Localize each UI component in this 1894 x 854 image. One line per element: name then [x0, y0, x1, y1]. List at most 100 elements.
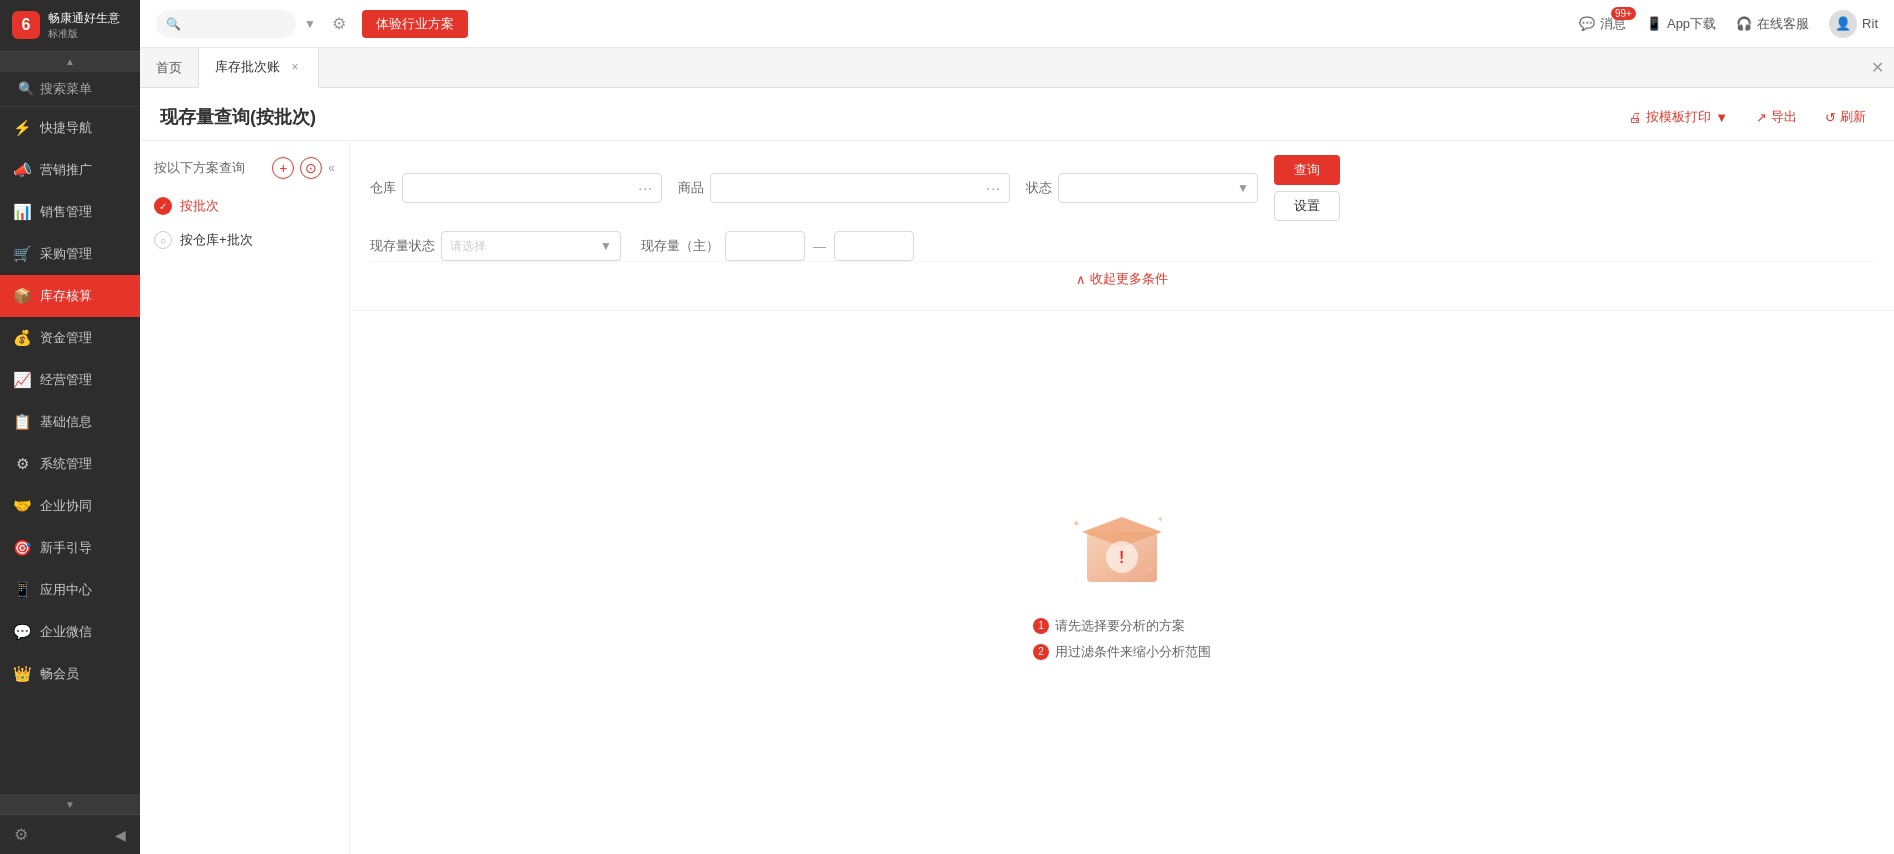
sidebar-item-wechat-label: 企业微信	[40, 623, 92, 641]
sidebar-item-basics[interactable]: 📋 基础信息	[0, 401, 140, 443]
warehouse-filter: 仓库 ···	[370, 173, 662, 203]
inventory-qty-min[interactable]	[725, 231, 805, 261]
sidebar-item-operations[interactable]: 📈 经营管理	[0, 359, 140, 401]
empty-step2: 用过滤条件来缩小分析范围	[1055, 643, 1211, 661]
left-panel-collapse-icon[interactable]: «	[328, 161, 335, 175]
sidebar-item-purchase-label: 采购管理	[40, 245, 92, 263]
inventory-qty-max[interactable]	[834, 231, 914, 261]
sidebar-item-guide[interactable]: 🎯 新手引导	[0, 527, 140, 569]
tab-bar: 首页 库存批次账 × ✕	[140, 48, 1894, 88]
sidebar-search[interactable]: 🔍 搜索菜单	[0, 72, 140, 107]
app-download-button[interactable]: 📱 App下载	[1646, 15, 1716, 33]
sidebar-item-enterprise-label: 企业协同	[40, 497, 92, 515]
export-label: 导出	[1771, 108, 1797, 126]
settings-button[interactable]: 设置	[1274, 191, 1340, 221]
message-button[interactable]: 💬 消息 99+	[1579, 15, 1626, 33]
vip-icon: 👑	[12, 664, 32, 684]
export-button[interactable]: ↗ 导出	[1748, 104, 1805, 130]
sidebar-item-basics-label: 基础信息	[40, 413, 92, 431]
left-panel-actions: + ⊙ «	[272, 157, 335, 179]
product-input[interactable]: ···	[710, 173, 1010, 203]
sidebar-item-enterprise[interactable]: 🤝 企业协同	[0, 485, 140, 527]
sidebar-item-apps[interactable]: 📱 应用中心	[0, 569, 140, 611]
sidebar-item-marketing-label: 营销推广	[40, 161, 92, 179]
topbar-gear-icon[interactable]: ⚙	[324, 9, 354, 39]
page-content: 现存量查询(按批次) 🖨 按模板打印 ▼ ↗ 导出 ↺ 刷新	[140, 88, 1894, 854]
empty-illustration: ! ✦ ✦ ✦	[1062, 497, 1182, 597]
message-icon: 💬	[1579, 16, 1595, 31]
query-button[interactable]: 查询	[1274, 155, 1340, 185]
sidebar-item-system[interactable]: ⚙ 系统管理	[0, 443, 140, 485]
sidebar-item-sales[interactable]: 📊 销售管理	[0, 191, 140, 233]
left-panel: 按以下方案查询 + ⊙ « ✓ 按批次	[140, 141, 350, 854]
tab-batch-inventory[interactable]: 库存批次账 ×	[199, 48, 319, 88]
sidebar-item-operations-label: 经营管理	[40, 371, 92, 389]
scheme-inactive-icon: ○	[154, 231, 172, 249]
sidebar-item-marketing[interactable]: 📣 营销推广	[0, 149, 140, 191]
empty-step1: 请先选择要分析的方案	[1055, 617, 1185, 635]
enterprise-icon: 🤝	[12, 496, 32, 516]
status-input[interactable]: ▼	[1058, 173, 1258, 203]
purchase-icon: 🛒	[12, 244, 32, 264]
sidebar-scroll-up[interactable]: ▲	[0, 52, 140, 72]
experience-industry-button[interactable]: 体验行业方案	[362, 10, 468, 38]
filter-area: 仓库 ··· 商品 ···	[350, 141, 1894, 311]
operations-icon: 📈	[12, 370, 32, 390]
sidebar-item-shortcuts[interactable]: ⚡ 快捷导航	[0, 107, 140, 149]
topbar-search-icon: 🔍	[166, 17, 181, 31]
sidebar-item-vip[interactable]: 👑 畅会员	[0, 653, 140, 695]
sidebar: 6 畅康通好生意 标准版 ▲ 🔍 搜索菜单 ⚡ 快捷导航 📣 营销推广 📊 销售…	[0, 0, 140, 854]
guide-icon: 🎯	[12, 538, 32, 558]
add-scheme-button[interactable]: +	[272, 157, 294, 179]
empty-text: 1 请先选择要分析的方案 2 用过滤条件来缩小分析范围	[1033, 617, 1211, 669]
print-label: 按模板打印	[1646, 108, 1711, 126]
scheme-active-icon: ✓	[154, 197, 172, 215]
topbar-search-box[interactable]: 🔍	[156, 10, 296, 38]
refresh-button[interactable]: ↺ 刷新	[1817, 104, 1874, 130]
inventory-qty-filter: 现存量（主） —	[641, 231, 914, 261]
svg-text:✦: ✦	[1072, 518, 1080, 529]
product-more-icon: ···	[986, 180, 1001, 196]
page-body: 按以下方案查询 + ⊙ « ✓ 按批次	[140, 141, 1894, 854]
sidebar-item-inventory[interactable]: 📦 库存核算	[0, 275, 140, 317]
service-icon: 🎧	[1736, 16, 1752, 31]
user-menu[interactable]: 👤 Rit	[1829, 10, 1878, 38]
system-icon: ⚙	[12, 454, 32, 474]
filter-collapse-button[interactable]: ∧ 收起更多条件	[370, 261, 1874, 296]
warehouse-label: 仓库	[370, 179, 396, 197]
marketing-icon: 📣	[12, 160, 32, 180]
print-dropdown-icon: ▼	[1715, 110, 1728, 125]
tab-close-icon[interactable]: ×	[288, 60, 302, 74]
sidebar-item-finance-label: 资金管理	[40, 329, 92, 347]
sidebar-scroll-down[interactable]: ▼	[0, 794, 140, 814]
scheme-settings-button[interactable]: ⊙	[300, 157, 322, 179]
svg-text:!: !	[1119, 549, 1124, 566]
status-filter: 状态 ▼	[1026, 173, 1258, 203]
add-icon: +	[279, 160, 287, 176]
apps-icon: 📱	[12, 580, 32, 600]
basics-icon: 📋	[12, 412, 32, 432]
tab-batch-inventory-label: 库存批次账	[215, 58, 280, 76]
sidebar-item-finance[interactable]: 💰 资金管理	[0, 317, 140, 359]
online-service-button[interactable]: 🎧 在线客服	[1736, 15, 1809, 33]
sidebar-footer: ⚙ ◀	[0, 814, 140, 854]
inventory-status-input[interactable]: 请选择 ▼	[441, 231, 621, 261]
action-buttons: 查询 设置	[1274, 155, 1340, 221]
topbar-dropdown-icon[interactable]: ▼	[304, 17, 316, 31]
sidebar-item-wechat[interactable]: 💬 企业微信	[0, 611, 140, 653]
empty-state: ! ✦ ✦ ✦ 1 请先选择要分析的方案 2 用过滤条件来缩小分析	[350, 311, 1894, 854]
avatar: 👤	[1829, 10, 1857, 38]
footer-settings-icon[interactable]: ⚙	[14, 825, 28, 844]
scheme-item-by-batch[interactable]: ✓ 按批次	[140, 189, 349, 223]
print-button[interactable]: 🖨 按模板打印 ▼	[1621, 104, 1736, 130]
message-badge: 99+	[1611, 7, 1636, 20]
tab-close-all-icon[interactable]: ✕	[1871, 58, 1884, 77]
tab-home[interactable]: 首页	[140, 48, 199, 88]
sidebar-item-purchase[interactable]: 🛒 采购管理	[0, 233, 140, 275]
app-download-icon: 📱	[1646, 16, 1662, 31]
inventory-qty-label: 现存量（主）	[641, 237, 719, 255]
scheme-item-by-warehouse-batch[interactable]: ○ 按仓库+批次	[140, 223, 349, 257]
warehouse-input[interactable]: ···	[402, 173, 662, 203]
footer-collapse-icon[interactable]: ◀	[115, 827, 126, 843]
search-icon: 🔍	[18, 81, 34, 96]
